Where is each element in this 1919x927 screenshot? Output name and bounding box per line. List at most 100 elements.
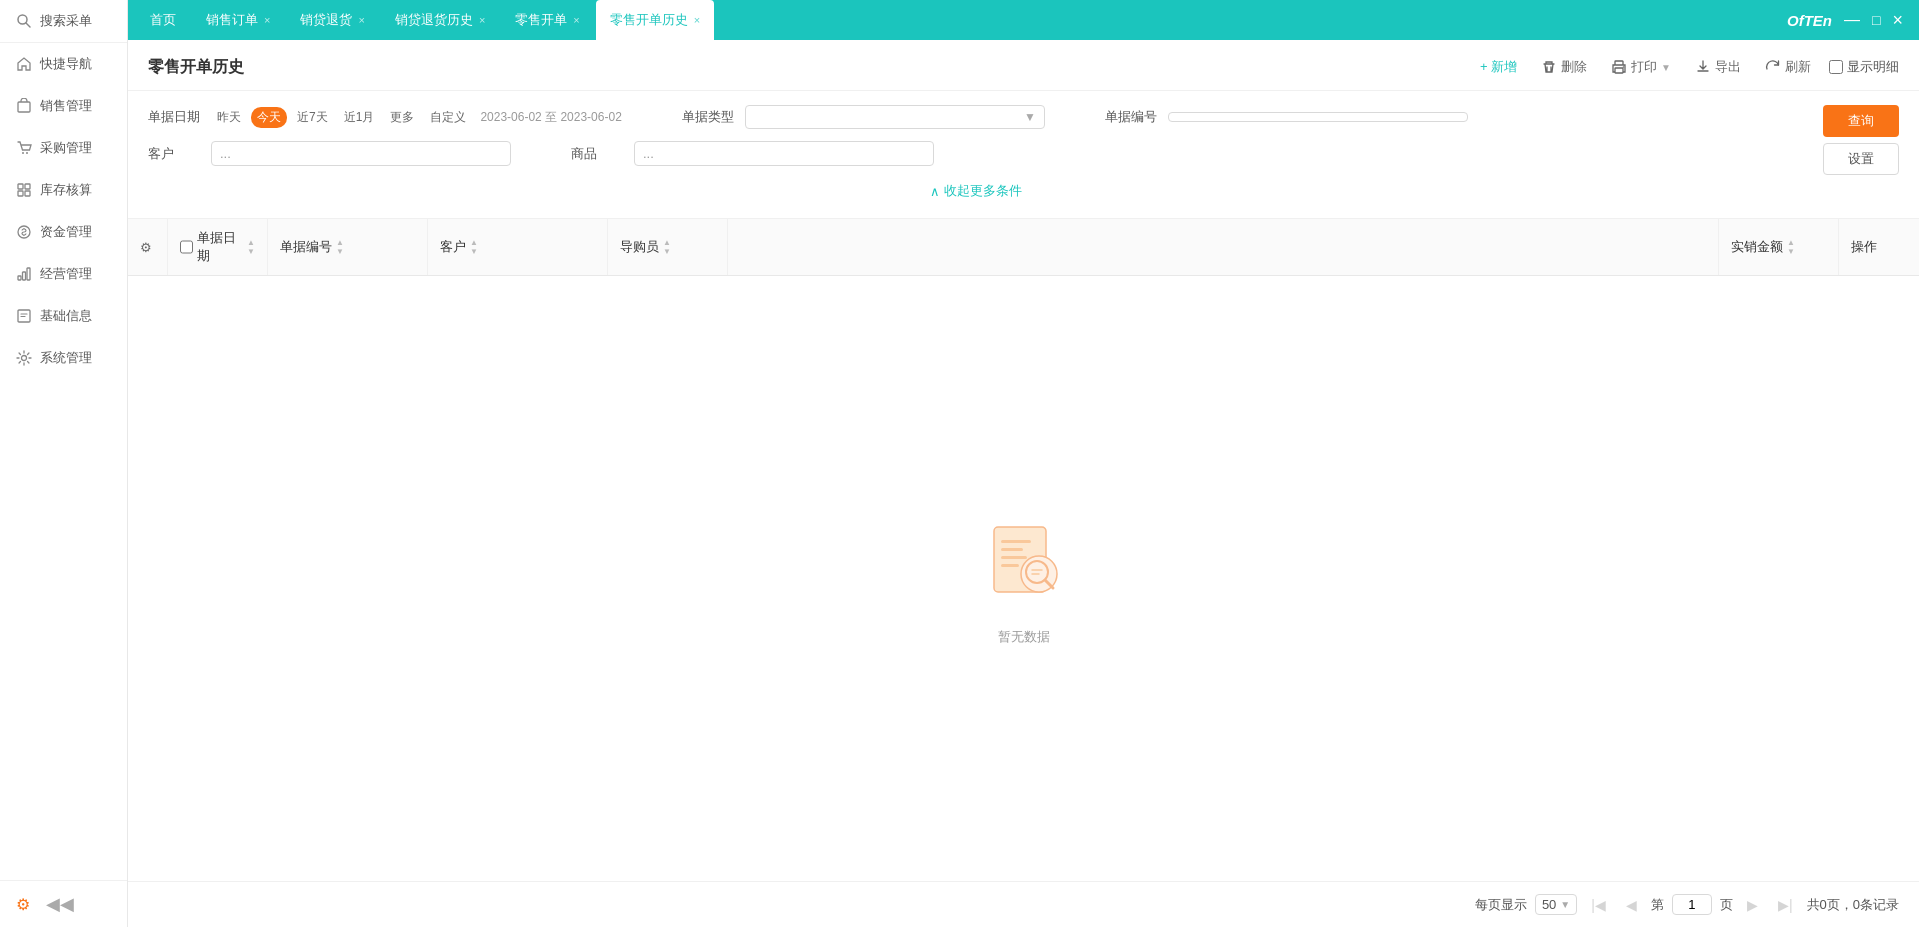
gear-column-icon[interactable]: ⚙ — [140, 240, 152, 255]
sidebar-item-quick-nav[interactable]: 快捷导航 — [0, 43, 127, 85]
tab-sales-return-history[interactable]: 销贷退货历史 × — [381, 0, 499, 40]
per-page-label: 每页显示 — [1475, 896, 1527, 914]
sidebar-item-system[interactable]: 系统管理 — [0, 337, 127, 379]
tab-sales-return[interactable]: 销贷退货 × — [286, 0, 378, 40]
shortcut-custom[interactable]: 自定义 — [424, 107, 472, 128]
th-bill-date-label: 单据日期 — [197, 229, 243, 265]
th-operation: 操作 — [1839, 219, 1919, 275]
query-row-1: 单据日期 昨天 今天 近7天 近1月 更多 自定义 2023-06-02 至 2… — [148, 105, 1803, 129]
refresh-button[interactable]: 刷新 — [1759, 54, 1817, 80]
delete-button[interactable]: 删除 — [1535, 54, 1593, 80]
svg-rect-2 — [18, 102, 30, 112]
th-customer-label: 客户 — [440, 238, 466, 256]
shortcut-7days[interactable]: 近7天 — [291, 107, 334, 128]
shortcut-more[interactable]: 更多 — [384, 107, 420, 128]
tab-sales-order-close[interactable]: × — [264, 14, 270, 26]
table-area: ⚙ 单据日期 ▲ ▼ 单据编号 ▲ ▼ — [128, 219, 1919, 881]
add-button[interactable]: + 新增 — [1474, 54, 1523, 80]
bill-type-select[interactable]: ▼ — [745, 105, 1045, 129]
shortcut-1month[interactable]: 近1月 — [338, 107, 381, 128]
tab-home[interactable]: 首页 — [136, 0, 190, 40]
collapse-arrow: ∧ — [930, 184, 940, 199]
sidebar-item-sales[interactable]: 销售管理 — [0, 85, 127, 127]
sort-guide[interactable]: ▲ ▼ — [663, 239, 671, 256]
select-all-checkbox[interactable] — [180, 240, 193, 254]
tab-sales-return-history-close[interactable]: × — [479, 14, 485, 26]
tab-retail-open-history-close[interactable]: × — [694, 14, 700, 26]
last-page-btn[interactable]: ▶| — [1772, 895, 1799, 915]
pagination: 每页显示 50 ▼ |◀ ◀ 第 页 ▶ ▶| 共0页，0条记录 — [128, 881, 1919, 927]
sidebar-item-label: 库存核算 — [40, 181, 92, 199]
empty-state: 暂无数据 — [128, 276, 1919, 881]
tab-sales-return-history-label: 销贷退货历史 — [395, 11, 473, 29]
sort-actual-amount[interactable]: ▲ ▼ — [1787, 239, 1795, 256]
sidebar-item-finance[interactable]: 资金管理 — [0, 211, 127, 253]
close-btn[interactable]: × — [1892, 10, 1903, 31]
page-size-chevron: ▼ — [1560, 899, 1570, 910]
tab-retail-open-history[interactable]: 零售开单历史 × — [596, 0, 714, 40]
print-button[interactable]: 打印 ▼ — [1605, 54, 1677, 80]
page-size-select[interactable]: 50 ▼ — [1535, 894, 1577, 915]
page-input[interactable] — [1672, 894, 1712, 915]
restore-btn[interactable]: □ — [1872, 12, 1880, 28]
date-shortcuts: 昨天 今天 近7天 近1月 更多 自定义 — [211, 107, 472, 128]
brand-label: OfTEn — [1787, 12, 1832, 29]
sidebar-item-purchase[interactable]: 采购管理 — [0, 127, 127, 169]
bill-no-input[interactable] — [1168, 112, 1468, 122]
svg-point-3 — [22, 152, 24, 154]
operations-icon — [16, 266, 32, 282]
sort-customer[interactable]: ▲ ▼ — [470, 239, 478, 256]
first-page-btn[interactable]: |◀ — [1585, 895, 1612, 915]
refresh-button-label: 刷新 — [1785, 58, 1811, 76]
sidebar-item-label: 资金管理 — [40, 223, 92, 241]
home-icon — [16, 56, 32, 72]
query-button[interactable]: 查询 — [1823, 105, 1899, 137]
svg-rect-8 — [25, 191, 30, 196]
bill-type-field: 单据类型 ▼ — [682, 105, 1045, 129]
svg-rect-7 — [18, 191, 23, 196]
tab-retail-open[interactable]: 零售开单 × — [501, 0, 593, 40]
gear-bottom-icon[interactable]: ⚙ — [16, 895, 30, 914]
customer-field: 客户 ... — [148, 141, 511, 166]
settings-button[interactable]: 设置 — [1823, 143, 1899, 175]
tab-sales-order-label: 销售订单 — [206, 11, 258, 29]
page-header: 零售开单历史 + 新增 删除 — [128, 40, 1919, 91]
tab-sales-order[interactable]: 销售订单 × — [192, 0, 284, 40]
total-label: 共0页，0条记录 — [1807, 896, 1899, 914]
goods-ellipsis: ... — [643, 146, 654, 161]
show-detail-check[interactable]: 显示明细 — [1829, 58, 1899, 76]
date-label: 单据日期 — [148, 108, 203, 126]
collapse-icon[interactable]: ◀◀ — [46, 893, 74, 915]
query-panel: 单据日期 昨天 今天 近7天 近1月 更多 自定义 2023-06-02 至 2… — [128, 91, 1919, 219]
sidebar-search[interactable]: 搜索采单 — [0, 0, 127, 43]
sort-bill-no[interactable]: ▲ ▼ — [336, 239, 344, 256]
minimize-btn[interactable]: — — [1844, 11, 1860, 29]
sort-date[interactable]: ▲ ▼ — [247, 239, 255, 256]
th-actual-amount-label: 实销金额 — [1731, 238, 1783, 256]
finance-icon — [16, 224, 32, 240]
empty-illustration — [974, 512, 1074, 612]
table-header: ⚙ 单据日期 ▲ ▼ 单据编号 ▲ ▼ — [128, 219, 1919, 276]
shortcut-today[interactable]: 今天 — [251, 107, 287, 128]
tab-retail-open-close[interactable]: × — [573, 14, 579, 26]
customer-input[interactable]: ... — [211, 141, 511, 166]
tab-sales-return-close[interactable]: × — [358, 14, 364, 26]
sidebar-item-basic[interactable]: 基础信息 — [0, 295, 127, 337]
th-bill-no-label: 单据编号 — [280, 238, 332, 256]
collapse-row[interactable]: ∧ 收起更多条件 — [148, 178, 1803, 204]
svg-rect-6 — [25, 184, 30, 189]
svg-point-4 — [26, 152, 28, 154]
main: 首页 销售订单 × 销贷退货 × 销贷退货历史 × 零售开单 × 零售开单历史 … — [128, 0, 1919, 927]
next-page-btn[interactable]: ▶ — [1741, 895, 1764, 915]
print-chevron[interactable]: ▼ — [1661, 62, 1671, 73]
tab-retail-open-label: 零售开单 — [515, 11, 567, 29]
shortcut-yesterday[interactable]: 昨天 — [211, 107, 247, 128]
show-detail-checkbox[interactable] — [1829, 60, 1843, 74]
sidebar-item-inventory[interactable]: 库存核算 — [0, 169, 127, 211]
sidebar: 搜索采单 快捷导航 销售管理 采购管理 库存核算 — [0, 0, 128, 927]
sidebar-item-operations[interactable]: 经营管理 — [0, 253, 127, 295]
search-icon — [16, 13, 32, 29]
prev-page-btn[interactable]: ◀ — [1620, 895, 1643, 915]
export-button[interactable]: 导出 — [1689, 54, 1747, 80]
goods-input[interactable]: ... — [634, 141, 934, 166]
